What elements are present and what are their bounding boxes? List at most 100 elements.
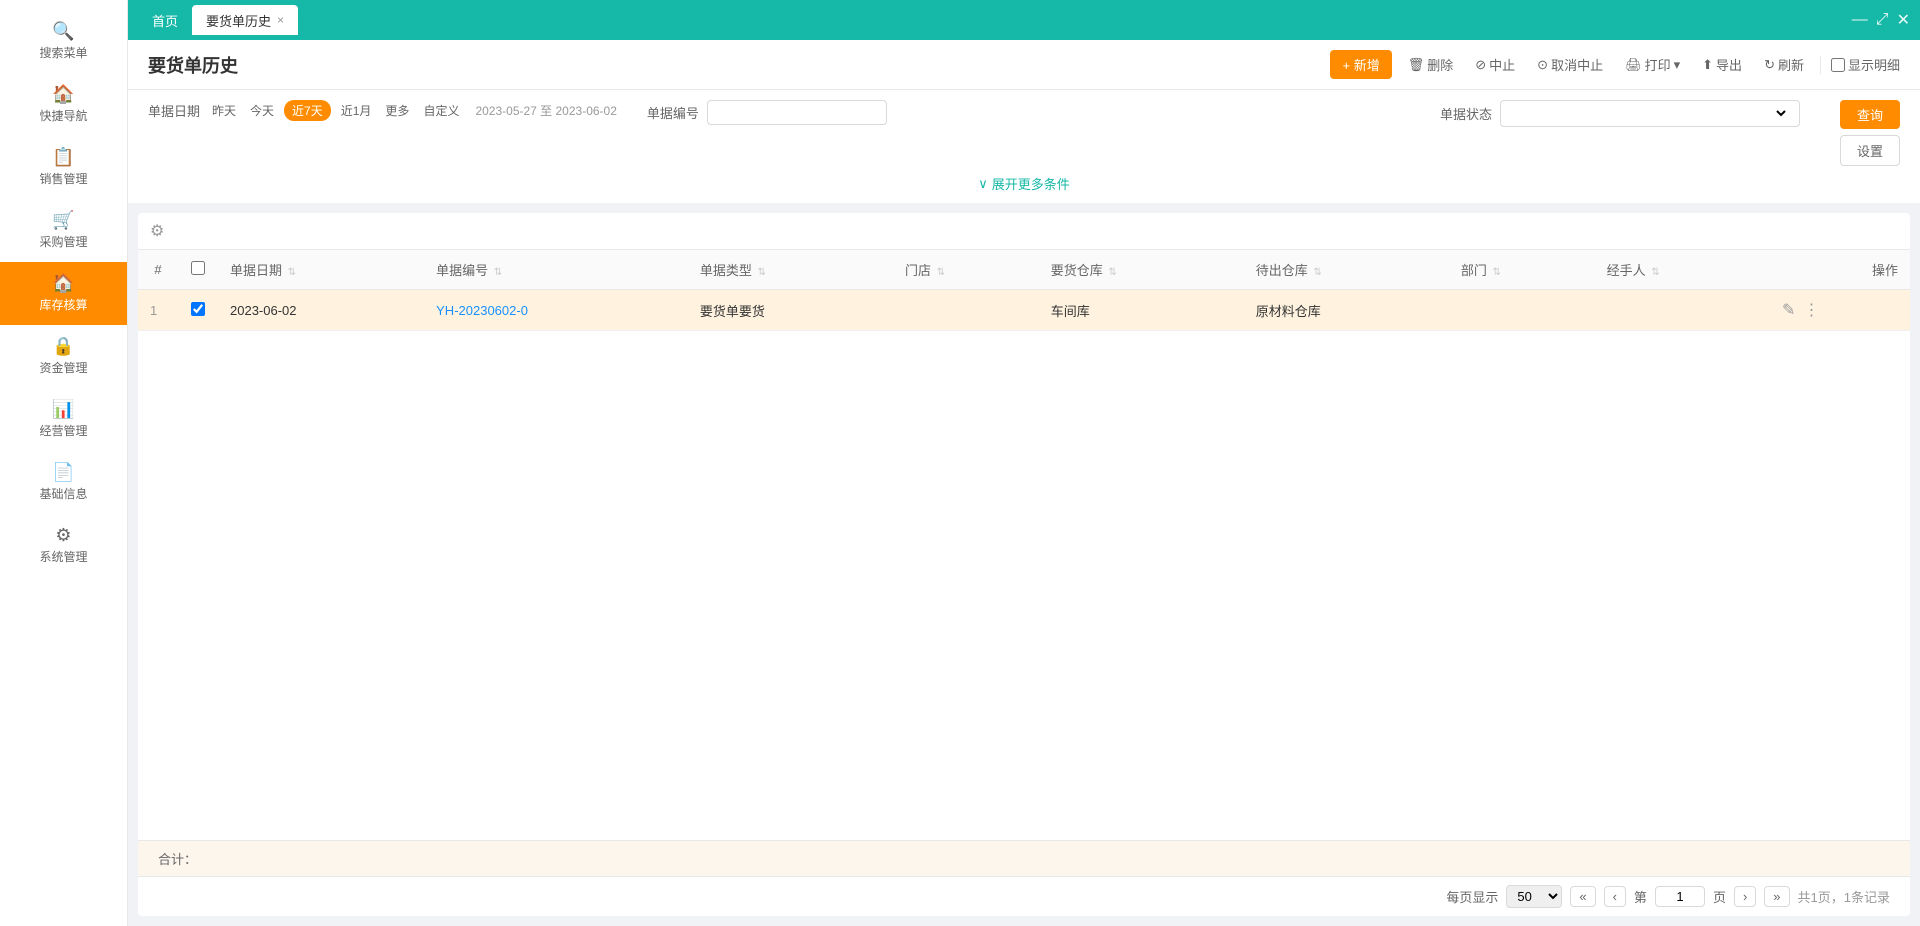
date-filter-group: 单据日期 昨天 今天 近7天 近1月 更多 自定义 2023-05-27 至 2… <box>148 100 617 121</box>
th-docno[interactable]: 单据编号 ⇅ <box>424 250 688 290</box>
sidebar-item-quicknav[interactable]: 🏠 快捷导航 <box>0 73 127 136</box>
tab-bar: 首页 要货单历史 × — ⤢ ✕ <box>128 0 1920 40</box>
th-doctype[interactable]: 单据类型 ⇅ <box>688 250 893 290</box>
tab-minimize-button[interactable]: — <box>1852 11 1868 29</box>
row-checkbox[interactable] <box>191 302 205 316</box>
row-docno: YH-20230602-0 <box>424 290 688 331</box>
sidebar-item-label: 搜索菜单 <box>39 44 87 61</box>
total-info: 共1页，1条记录 <box>1798 887 1890 906</box>
row-req-warehouse: 车间库 <box>1039 290 1244 331</box>
display-cell-checkbox[interactable] <box>1831 58 1845 72</box>
date-7days-btn[interactable]: 近7天 <box>284 100 331 121</box>
display-cell-button[interactable]: 显示明细 <box>1831 55 1900 74</box>
sort-pending-warehouse-icon: ⇅ <box>1313 267 1321 278</box>
sidebar-item-operations[interactable]: 📊 经营管理 <box>0 388 127 451</box>
tab-home[interactable]: 首页 <box>138 5 192 35</box>
tab-close-window-button[interactable]: ✕ <box>1897 10 1910 30</box>
th-num: # <box>138 250 178 290</box>
sort-docno-icon: ⇅ <box>494 267 502 278</box>
th-store[interactable]: 门店 ⇅ <box>893 250 1039 290</box>
row-checkbox-cell[interactable] <box>178 290 218 331</box>
refresh-button[interactable]: ↻ 刷新 <box>1758 51 1810 78</box>
table-header-row: # 单据日期 ⇅ 单据编号 ⇅ <box>138 250 1910 290</box>
sidebar-item-label: 系统管理 <box>39 548 87 565</box>
sort-dept-icon: ⇅ <box>1492 267 1500 278</box>
date-filter-label: 单据日期 <box>148 101 200 120</box>
next-page-button[interactable]: › <box>1734 886 1756 907</box>
row-op-icons: ✎ ⋮ <box>1782 300 1898 320</box>
stop-button[interactable]: ⊘ 中止 <box>1469 51 1521 78</box>
table-settings-icon[interactable]: ⚙ <box>150 221 164 241</box>
row-edit-icon[interactable]: ✎ <box>1782 300 1795 320</box>
tab-expand-button[interactable]: ⤢ <box>1876 11 1889 29</box>
sidebar-item-search[interactable]: 🔍 搜索菜单 <box>0 10 127 73</box>
sidebar-item-system[interactable]: ⚙ 系统管理 <box>0 514 127 577</box>
th-req-warehouse[interactable]: 要货仓库 ⇅ <box>1039 250 1244 290</box>
expand-more-btn[interactable]: ∨ 展开更多条件 <box>148 174 1900 193</box>
inventory-icon: 🏠 <box>52 274 74 292</box>
header-divider <box>1820 56 1821 74</box>
date-more-btn[interactable]: 更多 <box>381 100 413 121</box>
prev-page-button[interactable]: ‹ <box>1604 886 1626 907</box>
sidebar-item-finance[interactable]: 🔒 资金管理 <box>0 325 127 388</box>
docstatus-select-wrap[interactable] <box>1500 100 1800 127</box>
clipboard-icon: 📋 <box>52 148 74 166</box>
date-yesterday-btn[interactable]: 昨天 <box>208 100 240 121</box>
row-docno-link[interactable]: YH-20230602-0 <box>436 303 528 318</box>
tab-history-label: 要货单历史 <box>206 11 271 30</box>
row-dept <box>1449 290 1595 331</box>
row-delete-icon[interactable]: ⋮ <box>1803 300 1819 320</box>
date-1month-btn[interactable]: 近1月 <box>337 100 376 121</box>
table-container: ⚙ # 单据日期 ⇅ <box>138 213 1910 916</box>
docno-filter-label: 单据编号 <box>647 103 699 122</box>
table-row[interactable]: 1 2023-06-02 YH-20230602-0 要货单要货 <box>138 290 1910 331</box>
page-number-input[interactable] <box>1655 886 1705 907</box>
new-button[interactable]: + 新增 <box>1330 50 1391 79</box>
tab-history[interactable]: 要货单历史 × <box>192 5 298 35</box>
lock-icon: 🔒 <box>52 337 74 355</box>
last-page-button[interactable]: » <box>1764 886 1789 907</box>
main-area: 首页 要货单历史 × — ⤢ ✕ 要货单历史 + 新增 🗑 删除 <box>128 0 1920 926</box>
date-filters: 昨天 今天 近7天 近1月 更多 自定义 <box>208 100 463 121</box>
th-actions: 操作 <box>1770 250 1910 290</box>
sidebar: 🔍 搜索菜单 🏠 快捷导航 📋 销售管理 🛒 采购管理 🏠 库存核算 🔒 资金管… <box>0 0 128 926</box>
page-suffix: 页 <box>1713 887 1726 906</box>
sidebar-item-inventory[interactable]: 🏠 库存核算 <box>0 262 127 325</box>
row-num: 1 <box>138 290 178 331</box>
sidebar-item-purchase[interactable]: 🛒 采购管理 <box>0 199 127 262</box>
page-size-select[interactable]: 50 20 100 <box>1506 885 1562 908</box>
row-pending-warehouse: 原材料仓库 <box>1244 290 1449 331</box>
th-date[interactable]: 单据日期 ⇅ <box>218 250 424 290</box>
print-chevron-icon: ▾ <box>1674 57 1681 73</box>
row-actions-cell: ✎ ⋮ <box>1770 290 1910 331</box>
th-handler[interactable]: 经手人 ⇅ <box>1595 250 1770 290</box>
sidebar-item-label: 资金管理 <box>39 359 87 376</box>
search-button[interactable]: 查询 <box>1840 100 1900 129</box>
delete-button[interactable]: 🗑 删除 <box>1402 51 1460 78</box>
date-range-display: 2023-05-27 至 2023-06-02 <box>475 102 616 119</box>
filter-section: 单据日期 昨天 今天 近7天 近1月 更多 自定义 2023-05-27 至 2… <box>128 90 1920 203</box>
gear-icon: ⚙ <box>55 526 71 544</box>
sidebar-item-sales[interactable]: 📋 销售管理 <box>0 136 127 199</box>
row-date: 2023-06-02 <box>218 290 424 331</box>
sidebar-item-label: 经营管理 <box>39 422 87 439</box>
date-custom-btn[interactable]: 自定义 <box>419 100 463 121</box>
data-table: # 单据日期 ⇅ 单据编号 ⇅ <box>138 250 1910 331</box>
docno-filter-group: 单据编号 <box>647 100 887 125</box>
first-page-button[interactable]: « <box>1570 886 1595 907</box>
stop-icon: ⊘ <box>1475 57 1486 73</box>
tab-close-icon[interactable]: × <box>277 13 284 27</box>
th-pending-warehouse[interactable]: 待出仓库 ⇅ <box>1244 250 1449 290</box>
tab-home-label: 首页 <box>152 11 178 30</box>
document-icon: 📄 <box>52 463 74 481</box>
print-button[interactable]: 🖨 打印 ▾ <box>1619 51 1686 78</box>
settings-filter-button[interactable]: 设置 <box>1840 135 1900 166</box>
sidebar-item-basics[interactable]: 📄 基础信息 <box>0 451 127 514</box>
docstatus-select[interactable] <box>1511 105 1789 122</box>
export-button[interactable]: ⬆ 导出 <box>1696 51 1748 78</box>
cancel-stop-button[interactable]: ⊙ 取消中止 <box>1531 51 1609 78</box>
select-all-checkbox[interactable] <box>191 261 205 275</box>
th-dept[interactable]: 部门 ⇅ <box>1449 250 1595 290</box>
docno-input[interactable] <box>707 100 887 125</box>
date-today-btn[interactable]: 今天 <box>246 100 278 121</box>
